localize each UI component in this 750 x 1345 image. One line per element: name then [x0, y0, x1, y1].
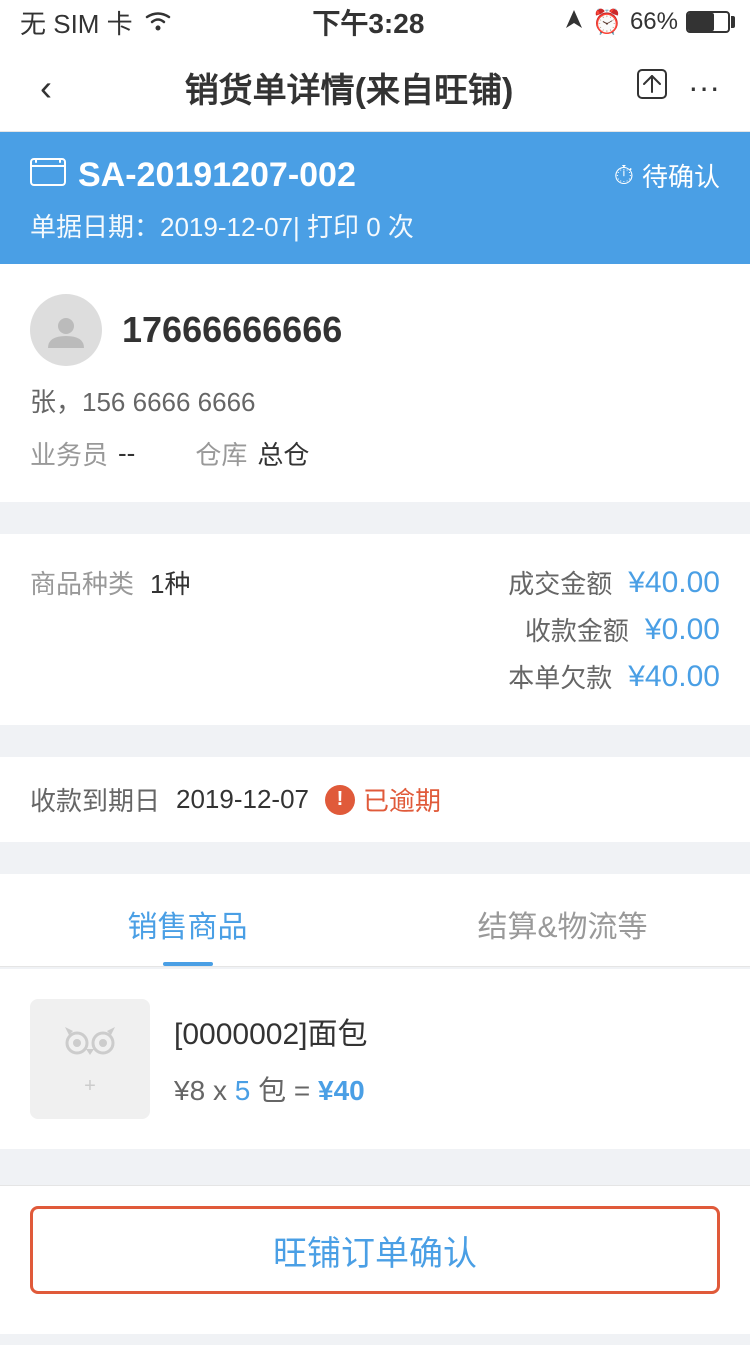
amount-label-3: 本单欠款 [508, 658, 612, 695]
customer-top: 17666666666 [30, 294, 720, 366]
category-value: 1种 [150, 564, 190, 601]
overdue-icon: ! [325, 785, 355, 815]
order-header: SA-20191207-002 ⏱ 待确认 单据日期：2019-12-07| 打… [0, 132, 750, 264]
amount-row-1: 成交金额 ¥40.00 [508, 564, 720, 601]
tabs-container: 销售商品 结算&物流等 [0, 874, 750, 967]
share-button[interactable] [636, 68, 668, 108]
divider-2 [0, 741, 750, 757]
status-time: 下午3:28 [312, 2, 424, 42]
warehouse-item: 仓库 总仓 [195, 435, 309, 472]
amount-label-2: 收款金额 [525, 611, 629, 648]
sales-label: 业务员 [30, 435, 108, 472]
amount-value-3: ¥40.00 [628, 660, 720, 694]
amount-value-1: ¥40.00 [628, 566, 720, 600]
order-status: ⏱ 待确认 [614, 157, 720, 194]
status-clock-icon: ⏱ [614, 160, 634, 192]
customer-card: 17666666666 张，156 6666 6666 业务员 -- 仓库 总仓 [0, 264, 750, 502]
order-id-row: SA-20191207-002 ⏱ 待确认 [30, 156, 720, 195]
divider-3 [0, 858, 750, 874]
status-left: 无 SIM 卡 [20, 4, 173, 41]
price-total: ¥40 [318, 1075, 365, 1106]
summary-right: 成交金额 ¥40.00 收款金额 ¥0.00 本单欠款 ¥40.00 [508, 564, 720, 695]
due-date-value: 2019-12-07 [176, 784, 309, 815]
customer-name: 张，156 6666 6666 [30, 382, 720, 419]
price-unit: 包 [258, 1075, 286, 1106]
more-button[interactable]: ··· [688, 69, 720, 106]
alarm-icon: ⏰ [592, 8, 622, 37]
tab-settlement[interactable]: 结算&物流等 [375, 874, 750, 966]
tabs-row: 销售商品 结算&物流等 [0, 874, 750, 967]
page-title: 销货单详情(来自旺铺) [185, 63, 514, 112]
battery-icon [686, 11, 730, 33]
summary-card: 商品种类 1种 成交金额 ¥40.00 收款金额 ¥0.00 本单欠款 ¥40.… [0, 534, 750, 725]
battery-text: 66% [630, 8, 678, 36]
confirm-button[interactable]: 旺铺订单确认 [30, 1206, 720, 1294]
product-thumbnail: + [30, 999, 150, 1119]
category-label: 商品种类 [30, 564, 134, 601]
carrier-text: 无 SIM 卡 [20, 4, 133, 41]
due-label: 收款到期日 [30, 781, 160, 818]
product-info: [0000002]面包 ¥8 x 5 包 = ¥40 [174, 1009, 720, 1109]
price-base: ¥8 [174, 1075, 205, 1106]
amount-label-1: 成交金额 [508, 564, 612, 601]
order-date: 单据日期：2019-12-07| 打印 0 次 [30, 207, 720, 244]
summary-left: 商品种类 1种 [30, 564, 190, 601]
sales-value: -- [118, 438, 135, 469]
status-bar: 无 SIM 卡 下午3:28 ⏰ 66% [0, 0, 750, 44]
customer-meta: 业务员 -- 仓库 总仓 [30, 435, 720, 472]
order-icon [30, 156, 66, 195]
warehouse-label: 仓库 [195, 435, 247, 472]
overdue-text: 已逾期 [363, 781, 441, 818]
wifi-icon [143, 7, 173, 38]
nav-bar: ‹ 销货单详情(来自旺铺) ··· [0, 44, 750, 132]
tab-products[interactable]: 销售商品 [0, 874, 375, 966]
due-date-card: 收款到期日 2019-12-07 ! 已逾期 [0, 757, 750, 842]
overdue-badge: ! 已逾期 [325, 781, 441, 818]
product-list: + [0000002]面包 ¥8 x 5 包 = ¥40 [0, 969, 750, 1149]
location-icon [564, 8, 584, 37]
customer-phone: 17666666666 [122, 309, 342, 351]
sales-item: 业务员 -- [30, 435, 135, 472]
nav-actions: ··· [636, 68, 720, 108]
product-price: ¥8 x 5 包 = ¥40 [174, 1069, 720, 1109]
avatar [30, 294, 102, 366]
brand-plus-text: + [84, 1075, 96, 1098]
amount-row-3: 本单欠款 ¥40.00 [508, 658, 720, 695]
status-right: ⏰ 66% [564, 8, 730, 37]
price-qty: 5 [235, 1075, 251, 1106]
amount-row-2: 收款金额 ¥0.00 [525, 611, 720, 648]
bottom-bar: 旺铺订单确认 [0, 1185, 750, 1334]
product-item: + [0000002]面包 ¥8 x 5 包 = ¥40 [0, 969, 750, 1149]
product-thumb-inner: + [55, 1021, 125, 1098]
warehouse-value: 总仓 [257, 435, 309, 472]
order-id: SA-20191207-002 [30, 156, 356, 195]
back-button[interactable]: ‹ [30, 57, 62, 119]
product-name: [0000002]面包 [174, 1009, 720, 1053]
divider-1 [0, 518, 750, 534]
amount-value-2: ¥0.00 [645, 613, 720, 647]
